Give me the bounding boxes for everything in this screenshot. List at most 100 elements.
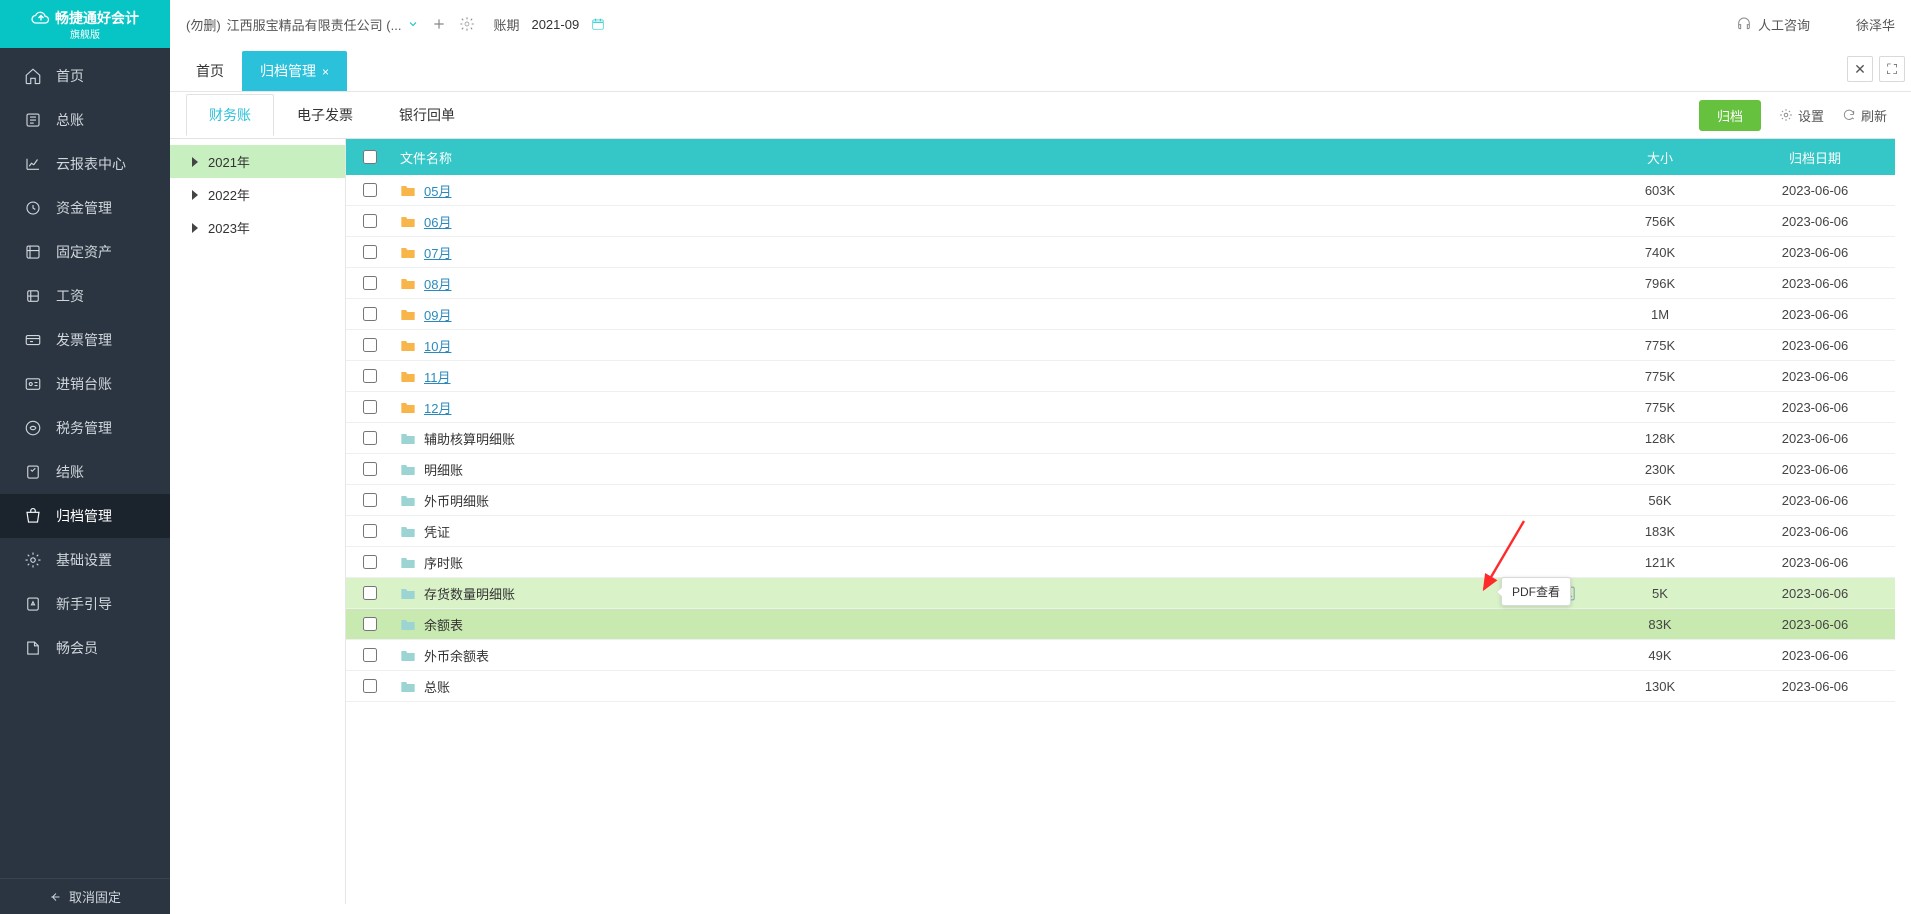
refresh-label: 刷新 [1861,106,1887,125]
sidebar-item-4[interactable]: 固定资产 [0,230,170,274]
file-name[interactable]: 10月 [424,336,451,355]
table-row[interactable]: 09月1M2023-06-06 [346,299,1895,330]
row-checkbox[interactable] [363,493,377,507]
sidebar-item-11[interactable]: 基础设置 [0,538,170,582]
tab-close-icon[interactable]: × [322,65,329,79]
table-row[interactable]: 08月796K2023-06-06 [346,268,1895,299]
row-checkbox[interactable] [363,462,377,476]
window-expand-button[interactable]: ⛶ [1879,56,1905,82]
row-checkbox[interactable] [363,183,377,197]
subtab-einvoice[interactable]: 电子发票 [274,94,376,136]
sidebar-item-0[interactable]: 首页 [0,54,170,98]
tree-year-2022[interactable]: 2022年 [170,178,345,211]
folder-icon [400,617,416,631]
tree-year-2021[interactable]: 2021年 [170,145,345,178]
table-row[interactable]: 凭证183K2023-06-06 [346,516,1895,547]
table-row[interactable]: 总账130K2023-06-06 [346,671,1895,702]
sidebar-item-label: 云报表中心 [56,154,126,174]
row-checkbox[interactable] [363,338,377,352]
tree-year-2023[interactable]: 2023年 [170,211,345,244]
row-checkbox[interactable] [363,276,377,290]
col-header-date: 归档日期 [1735,148,1895,167]
row-checkbox[interactable] [363,555,377,569]
row-checkbox[interactable] [363,369,377,383]
table-row[interactable]: 10月775K2023-06-06 [346,330,1895,361]
row-checkbox[interactable] [363,214,377,228]
sidebar-item-label: 基础设置 [56,550,112,570]
table-row[interactable]: 外币明细账56K2023-06-06 [346,485,1895,516]
table-row[interactable]: 11月775K2023-06-06 [346,361,1895,392]
sidebar-item-label: 税务管理 [56,418,112,438]
subtab-finance[interactable]: 财务账 [186,94,274,136]
nav-icon-0 [24,67,42,85]
pdf-view-tooltip: PDF查看 [1501,577,1571,606]
folder-icon [400,307,416,321]
sidebar-item-7[interactable]: 进销台账 [0,362,170,406]
header-gear-icon[interactable] [459,16,475,32]
archive-button[interactable]: 归档 [1699,100,1761,131]
sidebar-item-2[interactable]: 云报表中心 [0,142,170,186]
human-consult[interactable]: 人工咨询 [1736,15,1810,34]
period-value[interactable]: 2021-09 [531,17,579,32]
table-row[interactable]: 存货数量明细账5K2023-06-06 [346,578,1895,609]
sidebar-item-12[interactable]: 新手引导 [0,582,170,626]
file-name[interactable]: 05月 [424,181,451,200]
nav-icon-8 [24,419,42,437]
file-size: 756K [1585,214,1735,229]
file-name[interactable]: 07月 [424,243,451,262]
row-checkbox[interactable] [363,586,377,600]
caret-right-icon [192,190,198,200]
window-close-button[interactable]: ✕ [1847,56,1873,82]
table-row[interactable]: 辅助核算明细账128K2023-06-06 [346,423,1895,454]
unpin-sidebar[interactable]: 取消固定 [0,878,170,914]
sidebar-item-9[interactable]: 结账 [0,450,170,494]
sidebar-item-3[interactable]: 资金管理 [0,186,170,230]
refresh-link[interactable]: 刷新 [1842,106,1887,125]
table-row[interactable]: 07月740K2023-06-06 [346,237,1895,268]
file-name[interactable]: 12月 [424,398,451,417]
sidebar-item-10[interactable]: 归档管理 [0,494,170,538]
file-name[interactable]: 11月 [424,367,451,386]
subtab-bank[interactable]: 银行回单 [376,94,478,136]
sidebar-item-6[interactable]: 发票管理 [0,318,170,362]
table-row[interactable]: 余额表83K2023-06-06 [346,609,1895,640]
row-checkbox[interactable] [363,400,377,414]
row-checkbox[interactable] [363,524,377,538]
table-row[interactable]: 05月603K2023-06-06 [346,175,1895,206]
archive-date: 2023-06-06 [1735,462,1895,477]
file-name: 明细账 [424,460,463,479]
file-size: 1M [1585,307,1735,322]
table-row[interactable]: 序时账121K2023-06-06 [346,547,1895,578]
table-row[interactable]: 06月756K2023-06-06 [346,206,1895,237]
sidebar-item-8[interactable]: 税务管理 [0,406,170,450]
row-checkbox[interactable] [363,679,377,693]
select-all-checkbox[interactable] [363,150,377,164]
user-menu[interactable]: 徐泽华 [1828,13,1895,35]
folder-icon [400,462,416,476]
tree-label: 2021年 [208,152,250,171]
folder-icon [400,524,416,538]
row-checkbox[interactable] [363,617,377,631]
table-row[interactable]: 明细账230K2023-06-06 [346,454,1895,485]
sidebar-item-1[interactable]: 总账 [0,98,170,142]
file-name[interactable]: 06月 [424,212,451,231]
table-row[interactable]: 12月775K2023-06-06 [346,392,1895,423]
add-icon[interactable] [431,16,447,32]
row-checkbox[interactable] [363,431,377,445]
calendar-icon[interactable] [591,17,605,31]
settings-link[interactable]: 设置 [1779,106,1824,125]
file-name[interactable]: 09月 [424,305,451,324]
sidebar-item-label: 工资 [56,286,84,306]
row-checkbox[interactable] [363,307,377,321]
sidebar-item-13[interactable]: 畅会员 [0,626,170,670]
file-name[interactable]: 08月 [424,274,451,293]
tab-home[interactable]: 首页 [178,51,242,91]
tab-archive[interactable]: 归档管理× [242,51,347,91]
refresh-icon [1842,108,1856,122]
archive-date: 2023-06-06 [1735,679,1895,694]
row-checkbox[interactable] [363,648,377,662]
table-row[interactable]: 外币余额表49K2023-06-06 [346,640,1895,671]
company-selector[interactable]: (勿删) 江西服宝精品有限责任公司 (... [186,15,419,34]
sidebar-item-5[interactable]: 工资 [0,274,170,318]
row-checkbox[interactable] [363,245,377,259]
